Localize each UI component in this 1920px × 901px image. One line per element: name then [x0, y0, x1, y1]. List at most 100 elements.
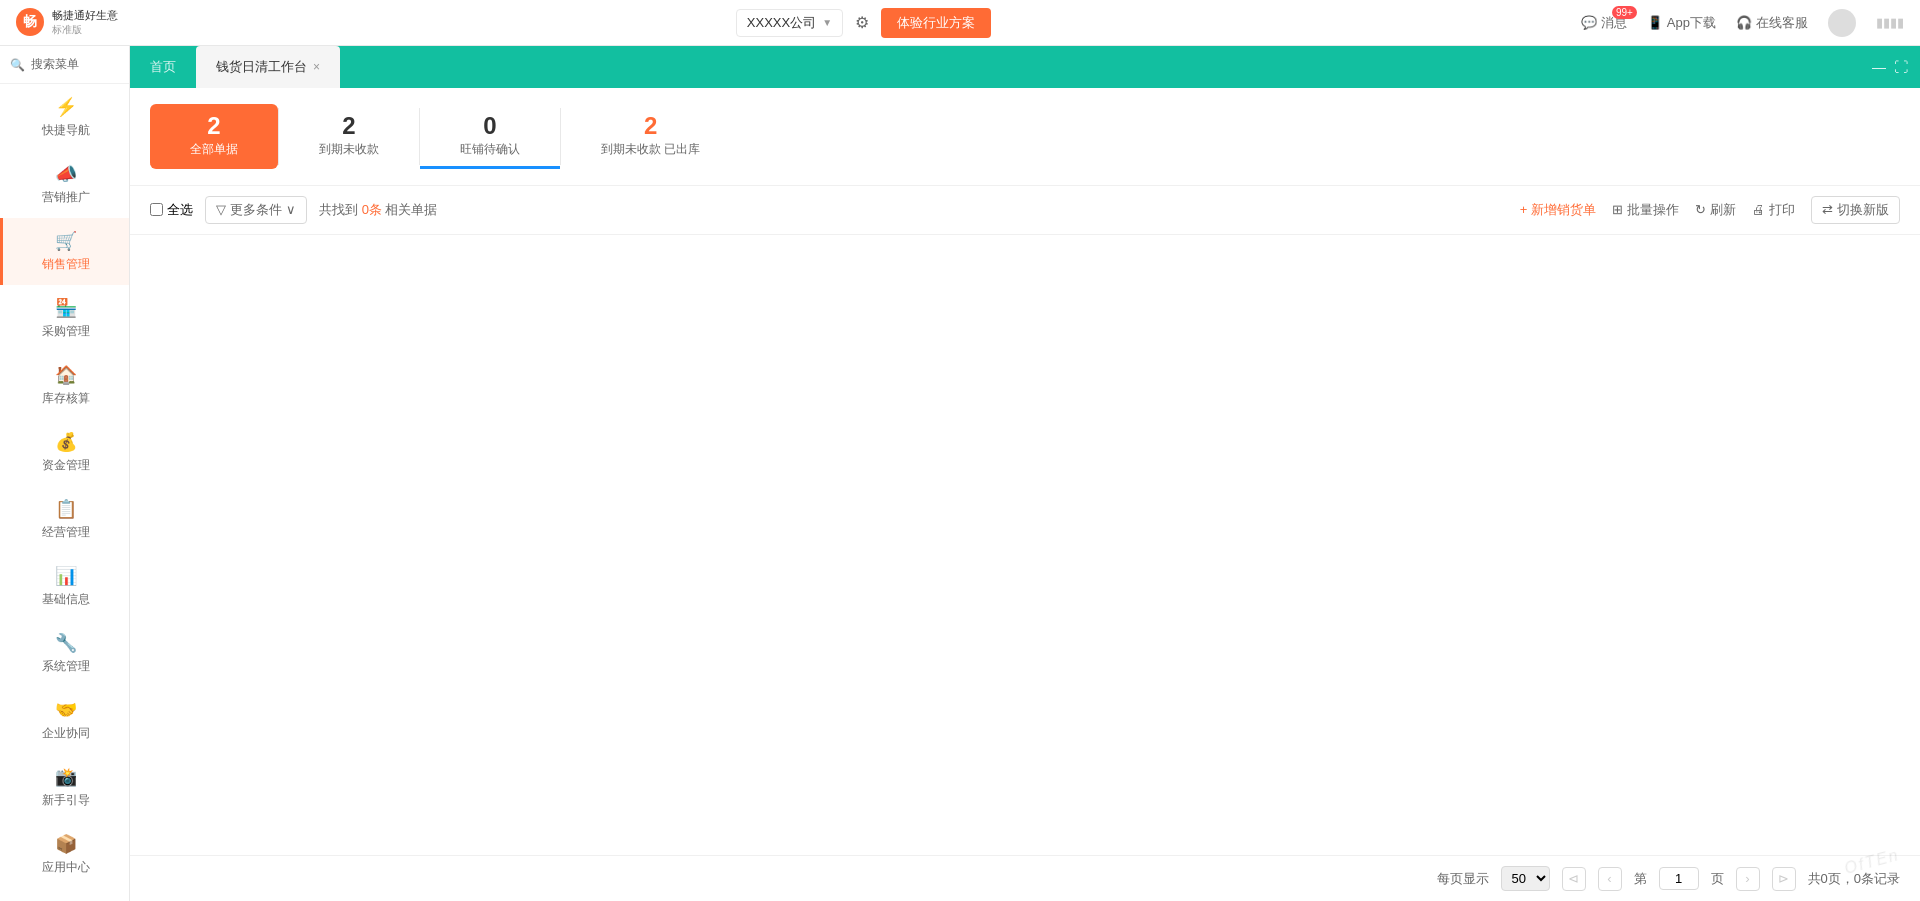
page-suffix: 页: [1711, 870, 1724, 888]
sidebar-item-label: 快捷导航: [42, 122, 90, 139]
pagination-bar: 每页显示 50 ⊲ ‹ 第 页 › ⊳ 共0页，0条记录: [130, 855, 1920, 901]
filter-arrow-icon: ∨: [286, 202, 296, 217]
avatar[interactable]: [1828, 9, 1856, 37]
per-page-select[interactable]: 50: [1501, 866, 1550, 891]
stat-num-all: 2: [207, 112, 220, 141]
company-name: XXXXX公司: [747, 14, 816, 32]
sidebar-item-appcenter[interactable]: 📦 应用中心: [0, 821, 129, 888]
trial-button[interactable]: 体验行业方案: [881, 8, 991, 38]
stat-num-unshipped: 2: [644, 112, 657, 141]
tab-minimize-icon[interactable]: —: [1872, 59, 1886, 75]
tab-close-icon[interactable]: ×: [313, 60, 320, 74]
select-all-label: 全选: [167, 201, 193, 219]
settings-icon[interactable]: ⚙: [855, 13, 869, 32]
app-download-icon: 📱: [1647, 15, 1663, 30]
logo-sub: 标准版: [52, 23, 118, 37]
print-action[interactable]: 🖨 打印: [1752, 201, 1795, 219]
sidebar-item-inventory[interactable]: 🏠 库存核算: [0, 352, 129, 419]
tab-home-label: 首页: [150, 58, 176, 76]
sidebar-item-label: 企业协同: [42, 725, 90, 742]
tab-active-label: 钱货日清工作台: [216, 58, 307, 76]
sidebar-item-sales[interactable]: 🛒 销售管理: [0, 218, 129, 285]
refresh-action[interactable]: ↻ 刷新: [1695, 201, 1736, 219]
sidebar-item-ops[interactable]: 📋 经营管理: [0, 486, 129, 553]
company-selector[interactable]: XXXXX公司 ▼: [736, 9, 843, 37]
content-area: 首页 钱货日清工作台 × — ⛶ 2 全部单据 2: [130, 46, 1920, 901]
inventory-icon: 🏠: [55, 364, 77, 386]
search-icon: 🔍: [10, 58, 25, 72]
user-name-item[interactable]: ▮▮▮▮: [1876, 15, 1904, 30]
sidebar-item-guide[interactable]: 📸 新手引导: [0, 754, 129, 821]
enterprise-icon: 🤝: [55, 699, 77, 721]
user-name: ▮▮▮▮: [1876, 15, 1904, 30]
stat-card-wangpu[interactable]: 0 旺铺待确认: [420, 104, 560, 169]
system-icon: 🔧: [55, 632, 77, 654]
sidebar-search-label: 搜索菜单: [31, 56, 79, 73]
marketing-icon: 📣: [55, 163, 77, 185]
sidebar-item-quick-nav[interactable]: ⚡ 快捷导航: [0, 84, 129, 151]
app-download-item[interactable]: 📱 App下载: [1647, 14, 1716, 32]
sidebar-item-marketing[interactable]: 📣 营销推广: [0, 151, 129, 218]
tab-bar: 首页 钱货日清工作台 × — ⛶: [130, 46, 1920, 88]
select-all-checkbox[interactable]: 全选: [150, 201, 193, 219]
sidebar-item-baseinfo[interactable]: 📊 基础信息: [0, 553, 129, 620]
app-download-label: App下载: [1667, 14, 1716, 32]
header-right: 💬 消息 99+ 📱 App下载 🎧 在线客服 ▮▮▮▮: [1581, 9, 1904, 37]
online-service-label: 在线客服: [1756, 14, 1808, 32]
logo-icon: 畅: [16, 8, 44, 36]
batch-op-action[interactable]: ⊞ 批量操作: [1612, 201, 1679, 219]
stat-card-all[interactable]: 2 全部单据: [150, 104, 278, 169]
page-first-button[interactable]: ⊲: [1562, 867, 1586, 891]
tab-maximize-icon[interactable]: ⛶: [1894, 59, 1908, 75]
filter-label: 更多条件: [230, 201, 282, 219]
toolbar: 全选 ▽ 更多条件 ∨ 共找到 0条 相关单据 + 新增销货单: [130, 185, 1920, 235]
stat-label-overdue: 到期未收款: [319, 141, 379, 158]
switch-icon: ⇄: [1822, 202, 1833, 217]
sales-icon: 🛒: [55, 230, 77, 252]
logo-text: 畅捷通好生意: [52, 8, 118, 22]
switch-label: 切换新版: [1837, 201, 1889, 219]
sidebar-item-purchase[interactable]: 🏪 采购管理: [0, 285, 129, 352]
message-badge: 99+: [1612, 6, 1637, 19]
tab-active[interactable]: 钱货日清工作台 ×: [196, 46, 340, 88]
purchase-icon: 🏪: [55, 297, 77, 319]
found-text: 共找到 0条 相关单据: [319, 201, 437, 219]
sidebar-item-label: 采购管理: [42, 323, 90, 340]
tab-home[interactable]: 首页: [130, 46, 196, 88]
page-input[interactable]: [1659, 867, 1699, 890]
sidebar: 🔍 搜索菜单 ⚡ 快捷导航 📣 营销推广 🛒 销售管理 🏪 采购管理 🏠 库存核…: [0, 46, 130, 901]
page-last-button[interactable]: ⊳: [1772, 867, 1796, 891]
message-item[interactable]: 💬 消息 99+: [1581, 14, 1627, 32]
sidebar-item-capital[interactable]: 💰 资金管理: [0, 419, 129, 486]
select-all-input[interactable]: [150, 203, 163, 216]
online-service-item[interactable]: 🎧 在线客服: [1736, 14, 1808, 32]
toolbar-right: + 新增销货单 ⊞ 批量操作 ↻ 刷新 🖨 打印 ⇄: [1520, 196, 1900, 224]
print-icon: 🖨: [1752, 202, 1765, 217]
message-icon: 💬: [1581, 15, 1597, 30]
appcenter-icon: 📦: [55, 833, 77, 855]
toolbar-left: 全选 ▽ 更多条件 ∨ 共找到 0条 相关单据: [150, 196, 1504, 224]
found-suffix: 相关单据: [385, 202, 437, 217]
page-prev-button[interactable]: ‹: [1598, 867, 1622, 891]
refresh-icon: ↻: [1695, 202, 1706, 217]
add-sale-order-button[interactable]: + 新增销货单: [1520, 201, 1596, 219]
stat-label-unshipped: 到期未收款 已出库: [601, 141, 700, 158]
filter-button[interactable]: ▽ 更多条件 ∨: [205, 196, 307, 224]
stat-card-overdue[interactable]: 2 到期未收款: [279, 104, 419, 169]
tab-bar-actions: — ⛶: [1872, 59, 1920, 75]
sidebar-search[interactable]: 🔍 搜索菜单: [0, 46, 129, 84]
stat-card-unshipped[interactable]: 2 到期未收款 已出库: [561, 104, 740, 169]
ops-icon: 📋: [55, 498, 77, 520]
sidebar-item-label: 资金管理: [42, 457, 90, 474]
sidebar-item-system[interactable]: 🔧 系统管理: [0, 620, 129, 687]
sidebar-item-enterprise[interactable]: 🤝 企业协同: [0, 687, 129, 754]
switch-version-button[interactable]: ⇄ 切换新版: [1811, 196, 1900, 224]
stat-num-overdue: 2: [342, 112, 355, 141]
per-page-label: 每页显示: [1437, 870, 1489, 888]
sidebar-item-wechat[interactable]: 💬 企业微信: [0, 888, 129, 901]
sidebar-item-label: 经营管理: [42, 524, 90, 541]
found-prefix: 共找到: [319, 202, 358, 217]
batch-op-label: 批量操作: [1627, 201, 1679, 219]
top-header: 畅 畅捷通好生意 标准版 XXXXX公司 ▼ ⚙ 体验行业方案 💬 消息 99+…: [0, 0, 1920, 46]
page-next-button[interactable]: ›: [1736, 867, 1760, 891]
